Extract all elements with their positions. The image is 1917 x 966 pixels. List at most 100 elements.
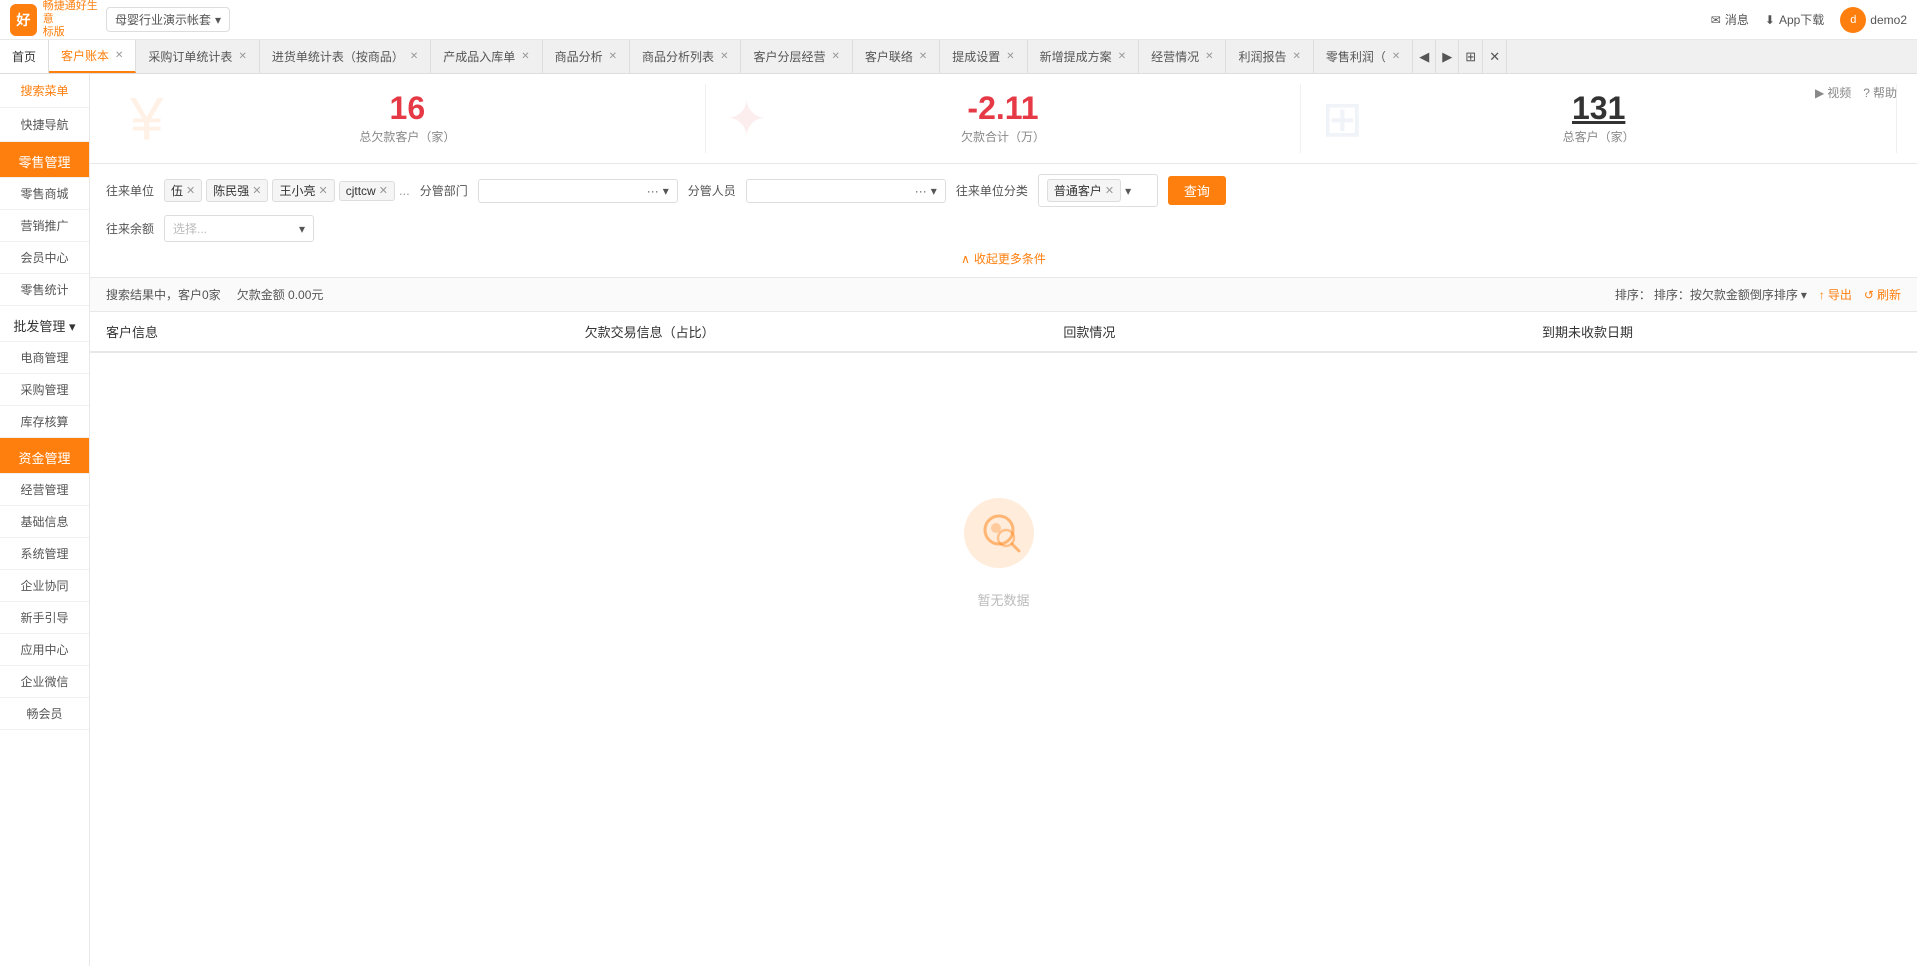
tab-close-icon[interactable]: ✕ [919, 51, 927, 62]
sidebar-search[interactable]: 搜索菜单 [0, 74, 89, 108]
tab-close-icon[interactable]: ✕ [238, 51, 246, 62]
sidebar-item-wholesale[interactable]: 批发管理 ▾ [0, 306, 89, 342]
search-result-row: 搜索结果中，客户0家 欠款金额 0.00元 排序： 排序：按欠款金额倒序排序 ▾… [90, 278, 1917, 312]
tab-close-icon[interactable]: ✕ [1006, 51, 1014, 62]
dept-selector[interactable]: ··· ▾ [478, 179, 678, 203]
dept-selector-more: ··· [647, 184, 659, 198]
tab-prev-button[interactable]: ◀ [1413, 40, 1436, 73]
tab-customer-contact[interactable]: 客户联络 ✕ [853, 40, 940, 73]
tab-operations[interactable]: 经营情况 ✕ [1139, 40, 1226, 73]
sidebar-item-member2[interactable]: 畅会员 [0, 698, 89, 730]
video-button[interactable]: ▶ 视频 [1815, 84, 1851, 101]
sidebar-item-member[interactable]: 会员中心 [0, 242, 89, 274]
table-header: 客户信息 欠款交易信息（占比） 回款情况 到期未收款日期 [90, 312, 1917, 353]
tab-goods-analysis-list[interactable]: 商品分析列表 ✕ [630, 40, 741, 73]
refresh-button[interactable]: ↺ 刷新 [1864, 286, 1901, 303]
filter-row-2: 往来余额 选择... ▾ [106, 215, 1901, 242]
sidebar-item-inventory[interactable]: 库存核算 [0, 406, 89, 438]
tab-close-icon[interactable]: ✕ [1205, 51, 1213, 62]
person-selector[interactable]: ··· ▾ [746, 179, 946, 203]
tag-close-icon[interactable]: ✕ [1105, 184, 1114, 197]
query-button[interactable]: 查询 [1168, 176, 1226, 205]
org-selector[interactable]: 母婴行业演示帐套 ▾ [106, 7, 230, 32]
chevron-down-icon: ▾ [299, 222, 305, 236]
table-area: 客户信息 欠款交易信息（占比） 回款情况 到期未收款日期 [90, 312, 1917, 966]
messages-button[interactable]: ✉ 消息 [1711, 11, 1749, 28]
tab-close-icon[interactable]: ✕ [609, 51, 617, 62]
tab-product-in[interactable]: 产成品入库单 ✕ [431, 40, 542, 73]
sidebar-item-ecommerce[interactable]: 电商管理 [0, 342, 89, 374]
tab-next-button[interactable]: ▶ [1436, 40, 1459, 73]
sidebar-item-purchase[interactable]: 采购管理 [0, 374, 89, 406]
collapse-row: ∧ 收起更多条件 [106, 250, 1901, 267]
unit-tag-3: 王小亮 ✕ [272, 179, 334, 202]
sidebar-item-marketing[interactable]: 营销推广 [0, 210, 89, 242]
sidebar-item-enterprise[interactable]: 企业协同 [0, 570, 89, 602]
tab-reminder[interactable]: 提成设置 ✕ [940, 40, 1027, 73]
tab-purchase-order[interactable]: 采购订单统计表 ✕ [136, 40, 259, 73]
avatar: d [1840, 7, 1866, 33]
stats-row: ¥ 16 总欠款客户（家） ✦ -2.11 欠款合计（万） ⊞ 131 总客户（… [90, 74, 1917, 164]
empty-svg [974, 508, 1024, 558]
tag-close-icon[interactable]: ✕ [319, 184, 328, 197]
filter-row-1: 往来单位 伍 ✕ 陈民强 ✕ 王小亮 ✕ cjttcw [106, 174, 1901, 207]
unit-type-tag: 普通客户 ✕ [1047, 179, 1121, 202]
unit-type-selector[interactable]: 普通客户 ✕ ▾ [1038, 174, 1158, 207]
sort-button[interactable]: 排序： 排序：按欠款金额倒序排序 ▾ [1615, 286, 1807, 303]
play-icon: ▶ [1815, 86, 1824, 100]
sidebar-item-new-guide[interactable]: 新手引导 [0, 602, 89, 634]
tab-goods-in[interactable]: 进货单统计表（按商品） ✕ [260, 40, 431, 73]
tab-menu-button[interactable]: ⊞ [1459, 40, 1483, 73]
tab-goods-analysis[interactable]: 商品分析 ✕ [543, 40, 630, 73]
tab-close-icon[interactable]: ✕ [115, 50, 123, 61]
unit-tags-more[interactable]: ... [399, 183, 410, 198]
help-button[interactable]: ? 帮助 [1863, 84, 1897, 101]
sort-label: 排序： [1615, 286, 1651, 303]
sidebar-item-retail-stats[interactable]: 零售统计 [0, 274, 89, 306]
download-icon: ⬇ [1765, 13, 1775, 27]
content-area: ¥ 16 总欠款客户（家） ✦ -2.11 欠款合计（万） ⊞ 131 总客户（… [90, 74, 1917, 966]
tab-close-icon[interactable]: ✕ [410, 51, 418, 62]
sidebar-item-retail-mall[interactable]: 零售商城 [0, 178, 89, 210]
unit-tag-1: 伍 ✕ [164, 179, 202, 202]
tab-close-icon[interactable]: ✕ [1392, 51, 1400, 62]
export-button[interactable]: ↑ 导出 [1819, 286, 1852, 303]
tab-close-icon[interactable]: ✕ [831, 51, 839, 62]
user-avatar[interactable]: d demo2 [1840, 7, 1907, 33]
collapse-button[interactable]: ∧ 收起更多条件 [961, 250, 1046, 267]
stat-total-clients: ⊞ 131 总客户（家） [1301, 84, 1897, 153]
sidebar-quick-nav[interactable]: 快捷导航 [0, 108, 89, 142]
sidebar-item-finance[interactable]: 资金管理 [0, 438, 89, 474]
arrears-bg-icon: ✦ [726, 90, 768, 148]
sidebar-item-enterprise-wechat[interactable]: 企业微信 [0, 666, 89, 698]
clients-bg-icon: ⊞ [1321, 90, 1363, 148]
unit-tag-4: cjttcw ✕ [339, 181, 395, 201]
app-download-button[interactable]: ⬇ App下载 [1765, 11, 1824, 28]
sidebar-item-basic-info[interactable]: 基础信息 [0, 506, 89, 538]
tab-close-icon[interactable]: ✕ [1293, 51, 1301, 62]
tab-bar: 首页 客户账本 ✕ 采购订单统计表 ✕ 进货单统计表（按商品） ✕ 产成品入库单… [0, 40, 1917, 74]
video-help-area: ▶ 视频 ? 帮助 [1815, 84, 1897, 101]
tag-close-icon[interactable]: ✕ [252, 184, 261, 197]
tab-retail-profit[interactable]: 零售利润（ ✕ [1314, 40, 1413, 73]
balance-selector[interactable]: 选择... ▾ [164, 215, 314, 242]
col-customer-info: 客户信息 [106, 322, 585, 341]
unit-filter-label: 往来单位 [106, 182, 154, 199]
tag-close-icon[interactable]: ✕ [186, 184, 195, 197]
tag-close-icon[interactable]: ✕ [379, 184, 388, 197]
sidebar-item-system[interactable]: 系统管理 [0, 538, 89, 570]
sidebar-item-app-center[interactable]: 应用中心 [0, 634, 89, 666]
sidebar-item-retail[interactable]: 零售管理 [0, 142, 89, 178]
col-repayment: 回款情况 [1063, 322, 1542, 341]
tab-close-icon[interactable]: ✕ [1118, 51, 1126, 62]
tab-home[interactable]: 首页 [0, 40, 49, 73]
tab-close-all-button[interactable]: ✕ [1483, 40, 1507, 73]
tab-close-icon[interactable]: ✕ [521, 51, 529, 62]
tab-profit-report[interactable]: 利润报告 ✕ [1226, 40, 1313, 73]
tab-customers[interactable]: 客户账本 ✕ [49, 40, 136, 73]
tab-close-icon[interactable]: ✕ [720, 51, 728, 62]
sidebar-item-operation[interactable]: 经营管理 [0, 474, 89, 506]
tab-new-achievement[interactable]: 新增提成方案 ✕ [1028, 40, 1139, 73]
message-icon: ✉ [1711, 13, 1721, 27]
tab-customer-tier[interactable]: 客户分层经营 ✕ [741, 40, 852, 73]
